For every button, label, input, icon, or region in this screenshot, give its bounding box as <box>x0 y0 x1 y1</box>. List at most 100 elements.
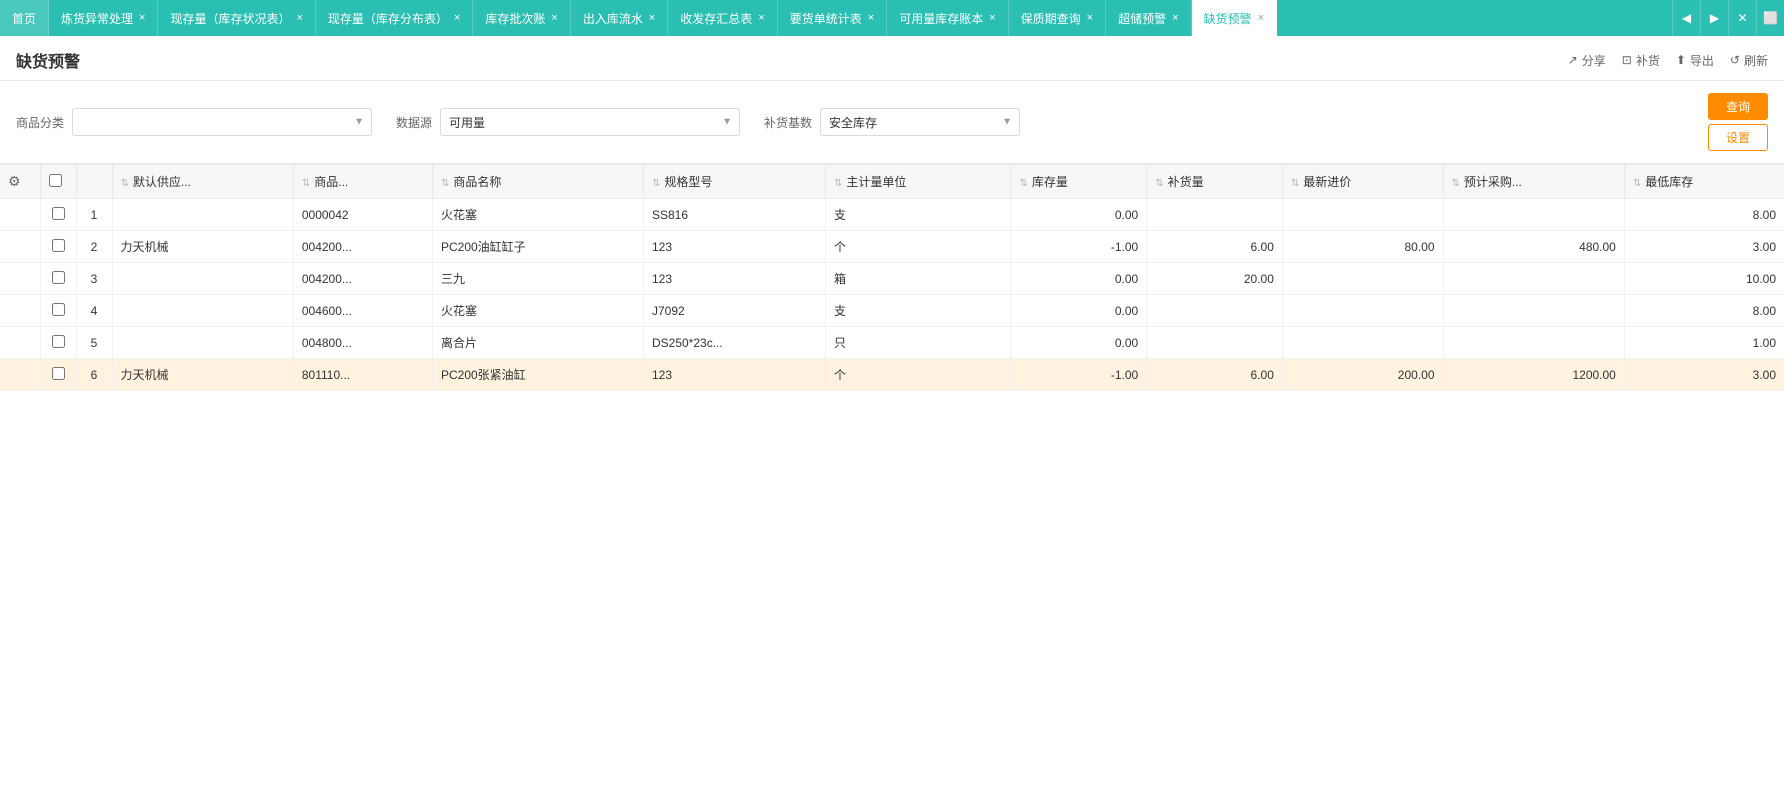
replenish-basis-select[interactable]: 安全库存 <box>820 108 1020 136</box>
datasource-select[interactable]: 可用量 <box>440 108 740 136</box>
row-unit-0: 支 <box>825 199 1011 231</box>
tab-inout-flow-close[interactable]: × <box>649 12 655 24</box>
datasource-value: 可用量 <box>449 114 485 131</box>
th-product-name[interactable]: ⇅商品名称 <box>432 165 643 199</box>
tab-shortage-warn-close[interactable]: × <box>1258 12 1264 24</box>
tab-exception-label: 炼货异常处理 <box>61 10 133 27</box>
th-spec[interactable]: ⇅规格型号 <box>643 165 825 199</box>
th-product-code[interactable]: ⇅商品... <box>293 165 432 199</box>
table-container: ⚙ ⇅默认供应... ⇅商品... ⇅商品名称 ⇅规格型号 ⇅主计量单位 ⇅库存… <box>0 164 1784 391</box>
tab-expiry-query[interactable]: 保质期查询 × <box>1009 0 1106 36</box>
tab-prev-btn[interactable]: ◀ <box>1672 0 1700 36</box>
replenish-icon: ⊡ <box>1622 53 1632 67</box>
row-check-3[interactable] <box>52 303 65 316</box>
table-row: 1 0000042 火花塞 SS816 支 0.00 8.00 <box>0 199 1784 231</box>
th-gear[interactable]: ⚙ <box>0 165 40 199</box>
tab-demand-stat-close[interactable]: × <box>868 12 874 24</box>
th-est-purchase[interactable]: ⇅预计采购... <box>1443 165 1624 199</box>
row-stock-0: 0.00 <box>1011 199 1147 231</box>
replenish-btn[interactable]: ⊡ 补货 <box>1622 52 1660 69</box>
setting-button[interactable]: 设置 <box>1708 124 1768 151</box>
tab-available-ledger-close[interactable]: × <box>989 12 995 24</box>
tab-exception[interactable]: 炼货异常处理 × <box>49 0 158 36</box>
tab-batch-close[interactable]: × <box>551 12 557 24</box>
tab-stock-status-close[interactable]: × <box>296 12 302 24</box>
tab-overstock-warn[interactable]: 超储预警 × <box>1106 0 1191 36</box>
row-replenish-qty-2: 20.00 <box>1147 263 1283 295</box>
tab-recv-summary-close[interactable]: × <box>758 12 764 24</box>
tab-close-all-btn[interactable]: ✕ <box>1728 0 1756 36</box>
category-select[interactable] <box>72 108 372 136</box>
tab-next-btn[interactable]: ▶ <box>1700 0 1728 36</box>
share-btn[interactable]: ↗ 分享 <box>1568 52 1606 69</box>
row-check-4[interactable] <box>52 335 65 348</box>
sort-default-supplier-icon: ⇅ <box>121 178 129 189</box>
row-stock-3: 0.00 <box>1011 295 1147 327</box>
refresh-label: 刷新 <box>1744 52 1768 69</box>
replenish-basis-label: 补货基数 <box>764 114 812 131</box>
row-stock-4: 0.00 <box>1011 327 1147 359</box>
sort-latest-price-icon: ⇅ <box>1291 178 1299 189</box>
row-min-stock-0: 8.00 <box>1624 199 1784 231</box>
tab-home[interactable]: 首页 <box>0 0 49 36</box>
tab-nav-btns: ◀ ▶ ✕ ⬜ <box>1672 0 1784 36</box>
row-checkbox-3[interactable] <box>40 295 76 327</box>
tab-recv-summary[interactable]: 收发存汇总表 × <box>668 0 777 36</box>
tab-stock-dist-close[interactable]: × <box>454 12 460 24</box>
header-actions: ↗ 分享 ⊡ 补货 ⬆ 导出 ↺ 刷新 <box>1568 52 1768 69</box>
tab-available-ledger[interactable]: 可用量库存账本 × <box>887 0 1008 36</box>
tab-exception-close[interactable]: × <box>139 12 145 24</box>
tab-demand-stat[interactable]: 要货单统计表 × <box>778 0 887 36</box>
row-check-1[interactable] <box>52 239 65 252</box>
row-name-3: 火花塞 <box>432 295 643 327</box>
gear-icon[interactable]: ⚙ <box>8 173 21 189</box>
sort-spec-icon: ⇅ <box>652 178 660 189</box>
select-all-checkbox[interactable] <box>49 174 62 187</box>
row-code-2: 004200... <box>293 263 432 295</box>
th-stock[interactable]: ⇅库存量 <box>1011 165 1147 199</box>
query-button[interactable]: 查询 <box>1708 93 1768 120</box>
tab-stock-status-label: 现存量（库存状况表） <box>170 10 290 27</box>
row-checkbox-4[interactable] <box>40 327 76 359</box>
row-check-0[interactable] <box>52 207 65 220</box>
tab-inout-flow[interactable]: 出入库流水 × <box>571 0 668 36</box>
table-header-row: ⚙ ⇅默认供应... ⇅商品... ⇅商品名称 ⇅规格型号 ⇅主计量单位 ⇅库存… <box>0 165 1784 199</box>
row-check-5[interactable] <box>52 367 65 380</box>
tab-expiry-query-close[interactable]: × <box>1087 12 1093 24</box>
row-gear-3 <box>0 295 40 327</box>
th-min-stock[interactable]: ⇅最低库存 <box>1624 165 1784 199</box>
row-checkbox-0[interactable] <box>40 199 76 231</box>
tab-expiry-query-label: 保质期查询 <box>1021 10 1081 27</box>
row-checkbox-5[interactable] <box>40 359 76 391</box>
row-checkbox-1[interactable] <box>40 231 76 263</box>
tab-maximize-btn[interactable]: ⬜ <box>1756 0 1784 36</box>
row-min-stock-3: 8.00 <box>1624 295 1784 327</box>
row-min-stock-4: 1.00 <box>1624 327 1784 359</box>
export-btn[interactable]: ⬆ 导出 <box>1676 52 1714 69</box>
tab-shortage-warn-label: 缺货预警 <box>1204 10 1252 27</box>
th-checkbox[interactable] <box>40 165 76 199</box>
refresh-btn[interactable]: ↺ 刷新 <box>1730 52 1768 69</box>
datasource-label: 数据源 <box>396 114 432 131</box>
tab-stock-dist[interactable]: 现存量（库存分布表） × <box>316 0 473 36</box>
row-stock-1: -1.00 <box>1011 231 1147 263</box>
th-unit[interactable]: ⇅主计量单位 <box>825 165 1011 199</box>
row-min-stock-5: 3.00 <box>1624 359 1784 391</box>
row-est-purchase-3 <box>1443 295 1624 327</box>
row-supplier-0 <box>112 199 293 231</box>
sort-unit-icon: ⇅ <box>834 178 842 189</box>
row-checkbox-2[interactable] <box>40 263 76 295</box>
row-check-2[interactable] <box>52 271 65 284</box>
category-label: 商品分类 <box>16 114 64 131</box>
row-replenish-qty-5: 6.00 <box>1147 359 1283 391</box>
row-unit-2: 箱 <box>825 263 1011 295</box>
th-default-supplier[interactable]: ⇅默认供应... <box>112 165 293 199</box>
row-gear-0 <box>0 199 40 231</box>
row-replenish-qty-0 <box>1147 199 1283 231</box>
tab-overstock-warn-close[interactable]: × <box>1172 12 1178 24</box>
tab-batch[interactable]: 库存批次账 × <box>473 0 570 36</box>
th-replenish-qty[interactable]: ⇅补货量 <box>1147 165 1283 199</box>
tab-stock-status[interactable]: 现存量（库存状况表） × <box>158 0 315 36</box>
tab-shortage-warn[interactable]: 缺货预警 × <box>1192 0 1277 36</box>
th-latest-price[interactable]: ⇅最新进价 <box>1282 165 1443 199</box>
